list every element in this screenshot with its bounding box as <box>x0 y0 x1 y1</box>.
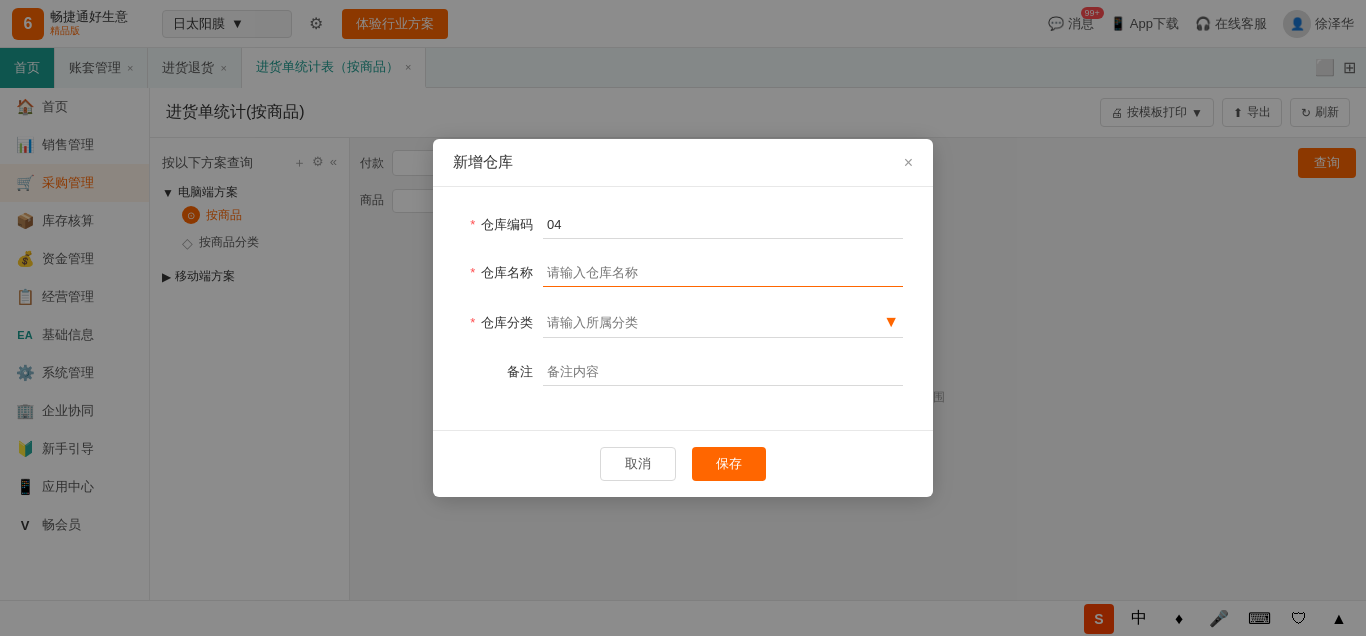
note-label: 备注 <box>463 363 533 381</box>
warehouse-name-input[interactable] <box>543 259 903 287</box>
modal-body: * 仓库编码 * 仓库名称 * 仓库分类 ▼ <box>433 187 933 430</box>
modal-footer: 取消 保存 <box>433 430 933 497</box>
dropdown-icon: ▼ <box>883 313 899 331</box>
warehouse-code-input[interactable] <box>543 211 903 239</box>
note-input[interactable] <box>543 358 903 386</box>
name-form-row: * 仓库名称 <box>463 259 903 287</box>
required-icon: * <box>470 265 475 280</box>
category-form-row: * 仓库分类 ▼ <box>463 307 903 338</box>
note-form-row: 备注 <box>463 358 903 386</box>
save-button[interactable]: 保存 <box>692 447 766 481</box>
modal-overlay: 新增仓库 × * 仓库编码 * 仓库名称 * <box>0 0 1366 636</box>
category-input[interactable] <box>547 315 883 330</box>
category-label: * 仓库分类 <box>463 314 533 332</box>
cancel-button[interactable]: 取消 <box>600 447 676 481</box>
name-label: * 仓库名称 <box>463 264 533 282</box>
required-icon: * <box>470 217 475 232</box>
required-icon: * <box>470 315 475 330</box>
code-label: * 仓库编码 <box>463 216 533 234</box>
modal-close-icon[interactable]: × <box>904 154 913 172</box>
code-form-row: * 仓库编码 <box>463 211 903 239</box>
modal-header: 新增仓库 × <box>433 139 933 187</box>
modal-title: 新增仓库 <box>453 153 513 172</box>
new-warehouse-modal: 新增仓库 × * 仓库编码 * 仓库名称 * <box>433 139 933 497</box>
category-select-row[interactable]: ▼ <box>543 307 903 338</box>
